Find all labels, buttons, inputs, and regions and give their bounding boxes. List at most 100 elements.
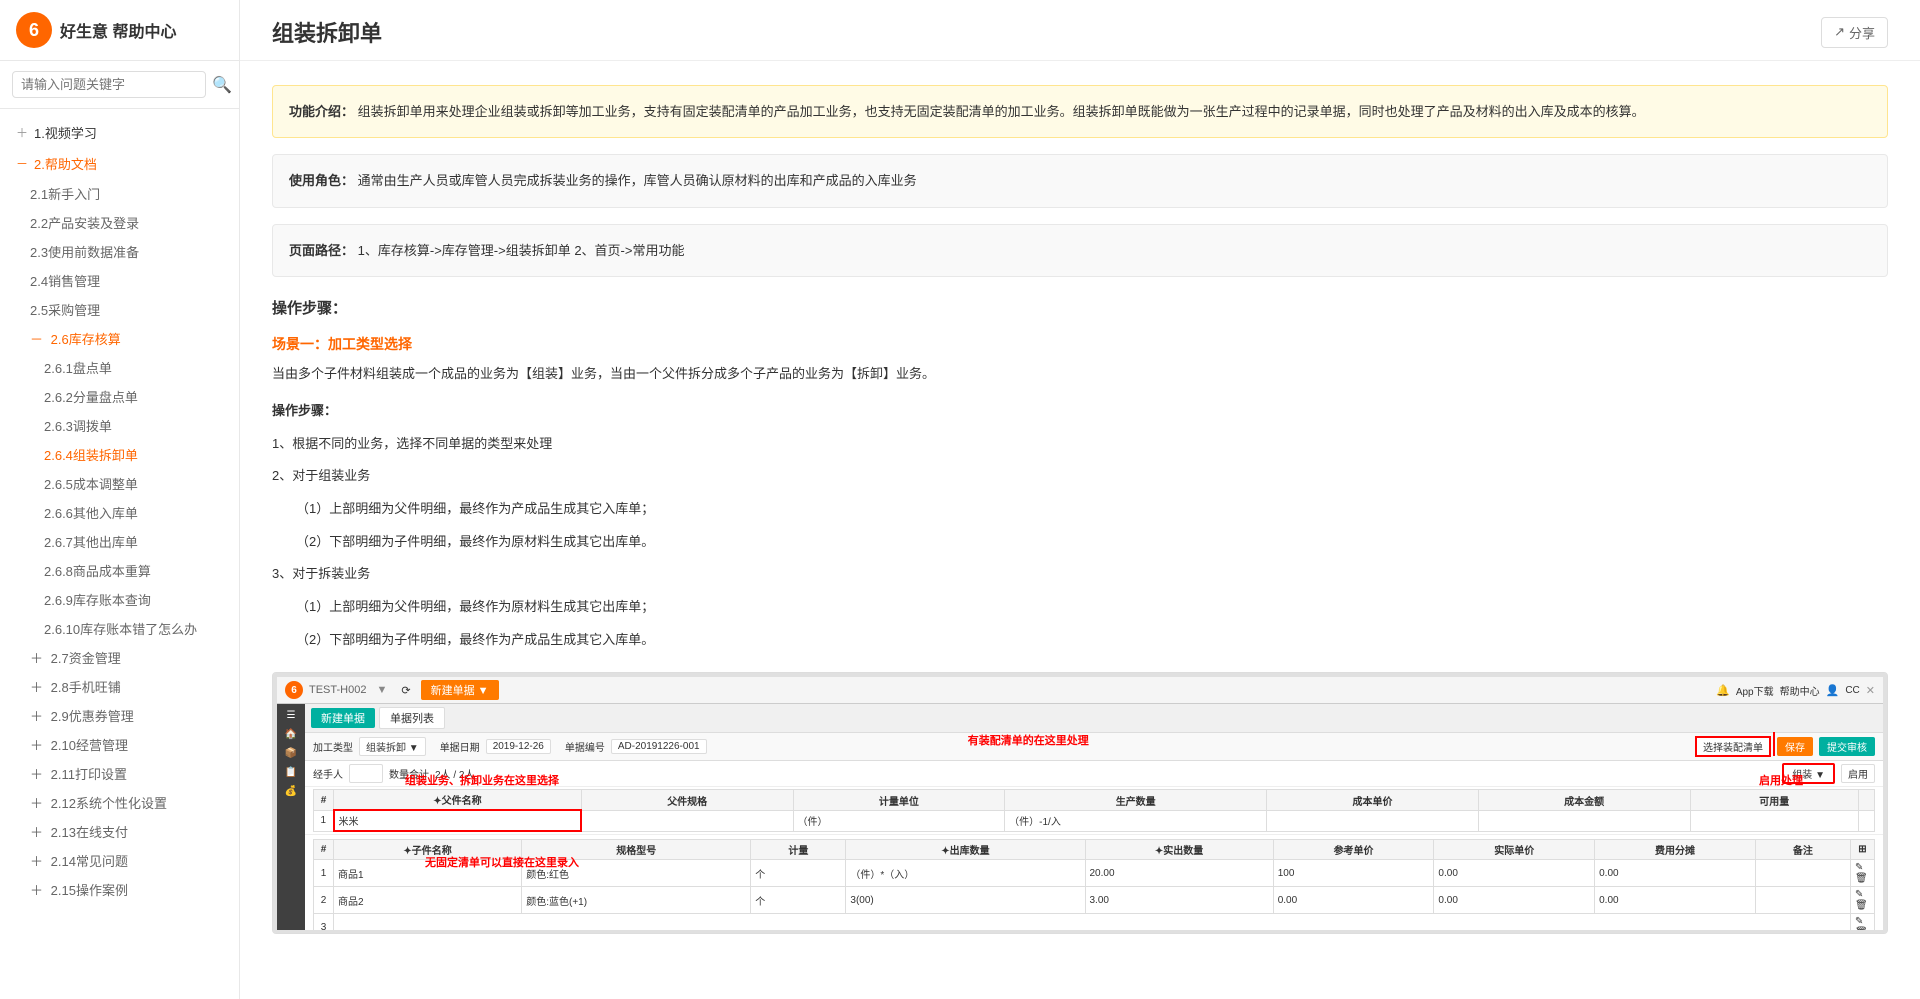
- sidebar-item-online-pay[interactable]: ＋ 2.13在线支付: [0, 817, 239, 846]
- nav-icon-2: 🏠: [285, 729, 297, 740]
- sim-bell-icon: 🔔: [1716, 684, 1730, 697]
- sim-enable-btn[interactable]: 启用: [1841, 764, 1875, 783]
- app-logo-icon: 6: [285, 681, 303, 699]
- content-area: 功能介绍： 组装拆卸单用来处理企业组装或拆卸等加工业务，支持有固定装配清单的产品…: [240, 61, 1920, 958]
- sim-tab-list[interactable]: 单据列表: [379, 707, 445, 729]
- th-goods: ✦父件名称: [334, 790, 582, 811]
- th-total: 成本金额: [1478, 790, 1690, 811]
- search-input[interactable]: [12, 71, 206, 98]
- sim-new-btn[interactable]: 新建单据 ▼: [421, 680, 499, 700]
- sidebar-item-partial-stock[interactable]: 2.6.2分量盘点单: [0, 382, 239, 411]
- sidebar-item-other-in[interactable]: 2.6.6其他入库单: [0, 498, 239, 527]
- td2-row2-num: 2: [314, 887, 334, 914]
- sidebar-item-beginner[interactable]: 2.1新手入门: [0, 179, 239, 208]
- plus-icon-cases: ＋: [30, 883, 43, 898]
- path-label: 页面路径：: [289, 243, 354, 258]
- td2-row3-empty: [334, 914, 1851, 931]
- td2-row1-remark: [1755, 860, 1850, 887]
- nav-tree: ＋ 1.视频学习 － 2.帮助文档 2.1新手入门 2.2产品安装及登录 2.3…: [0, 109, 239, 999]
- sim-tab-new[interactable]: 新建单据: [311, 708, 375, 728]
- th-qty: 生产数量: [1005, 790, 1267, 811]
- search-icon[interactable]: 🔍: [212, 75, 232, 95]
- sidebar: 6 好生意 帮助中心 🔍 ＋ 1.视频学习 － 2.帮助文档 2.1新手入门 2…: [0, 0, 240, 999]
- plus-icon-coupon: ＋: [30, 709, 43, 724]
- share-button[interactable]: ↗ 分享: [1821, 17, 1888, 48]
- nav-icon-1: ☰: [287, 710, 296, 721]
- sim-submit-btn[interactable]: 提交审核: [1819, 737, 1875, 756]
- annotation-no-bom: 无固定清单可以直接在这里录入: [425, 854, 579, 870]
- td2-row1-num: 1: [314, 860, 334, 887]
- th-cost: 成本单价: [1267, 790, 1479, 811]
- sidebar-item-cost-adjust[interactable]: 2.6.5成本调整单: [0, 469, 239, 498]
- sidebar-item-other-out[interactable]: 2.6.7其他出库单: [0, 527, 239, 556]
- sidebar-item-stocktake[interactable]: 2.6.1盘点单: [0, 353, 239, 382]
- sidebar-item-account-query[interactable]: 2.6.9库存账本查询: [0, 585, 239, 614]
- td-row1-action: [1859, 810, 1875, 831]
- sidebar-item-inventory[interactable]: － 2.6库存核算: [0, 324, 239, 353]
- step2-2: （2）下部明细为子件明细，最终作为原材料生成其它出库单。: [296, 530, 1888, 555]
- scene1-desc: 当由多个子件材料组装成一个成品的业务为【组装】业务，当由一个父件拆分成多个子产品…: [272, 362, 1888, 387]
- nav-icon-4: 📋: [285, 767, 297, 778]
- td2-row1-refcost: 100: [1273, 860, 1434, 887]
- ops-title: 操作步骤：: [272, 297, 1888, 318]
- th2-warehouse: 费用分摊: [1595, 840, 1756, 860]
- app-id-label: TEST-H002: [309, 684, 366, 696]
- sim-type-select[interactable]: 组装拆卸 ▼: [359, 737, 426, 756]
- sidebar-item-customize[interactable]: ＋ 2.12系统个性化设置: [0, 788, 239, 817]
- sidebar-item-print[interactable]: ＋ 2.11打印设置: [0, 759, 239, 788]
- sidebar-item-assembly[interactable]: 2.6.4组装拆卸单: [0, 440, 239, 469]
- sidebar-item-docs[interactable]: － 2.帮助文档: [0, 148, 239, 179]
- th2-remark: 备注: [1755, 840, 1850, 860]
- sidebar-item-install[interactable]: 2.2产品安装及登录: [0, 208, 239, 237]
- sidebar-item-finance[interactable]: ＋ 2.7资金管理: [0, 643, 239, 672]
- sidebar-item-faq[interactable]: ＋ 2.14常见问题: [0, 846, 239, 875]
- sidebar-item-mobile[interactable]: ＋ 2.8手机旺铺: [0, 672, 239, 701]
- td2-row2-action: ✎ 🗑: [1851, 887, 1875, 914]
- sidebar-item-videos[interactable]: ＋ 1.视频学习: [0, 117, 239, 148]
- plus-icon-ops: ＋: [30, 738, 43, 753]
- step3: 3、对于拆装业务: [272, 562, 1888, 587]
- sidebar-item-data-prep[interactable]: 2.3使用前数据准备: [0, 237, 239, 266]
- td-row1-spec: [581, 810, 793, 831]
- sidebar-item-account-fix[interactable]: 2.6.10库存账本错了怎么办: [0, 614, 239, 643]
- role-block: 使用角色： 通常由生产人员或库管人员完成拆装业务的操作，库管人员确认原材料的出库…: [272, 154, 1888, 207]
- step3-1: （1）上部明细为父件明细，最终作为原材料生成其它出库单；: [296, 595, 1888, 620]
- sim-user-icon: 👤: [1826, 684, 1840, 697]
- td-row1-goods: 米米: [334, 810, 582, 831]
- plus-icon: ＋: [16, 124, 28, 141]
- th-spec: 父件规格: [581, 790, 793, 811]
- func-intro-text: 组装拆卸单用来处理企业组装或拆卸等加工业务，支持有固定装配清单的产品加工业务，也…: [358, 104, 1645, 119]
- step2: 2、对于组装业务: [272, 464, 1888, 489]
- th-unit: 计量单位: [793, 790, 1005, 811]
- sidebar-item-purchase[interactable]: 2.5采购管理: [0, 295, 239, 324]
- sim-save-btn[interactable]: 保存: [1777, 737, 1813, 756]
- td2-row2-alloc: 0.00: [1595, 887, 1756, 914]
- sidebar-item-coupon[interactable]: ＋ 2.9优惠券管理: [0, 701, 239, 730]
- td-row1-avail: [1690, 810, 1859, 831]
- th2-action: ⊞: [1851, 840, 1875, 860]
- sim-bom-select[interactable]: 选择装配清单: [1695, 736, 1771, 757]
- sim-person-field[interactable]: [349, 764, 383, 783]
- th-avail: 可用量: [1690, 790, 1859, 811]
- td-row1-cost: [1267, 810, 1479, 831]
- sidebar-item-cases[interactable]: ＋ 2.15操作案例: [0, 875, 239, 904]
- sidebar-item-sales[interactable]: 2.4销售管理: [0, 266, 239, 295]
- annotation-enable: 启用处理: [1759, 772, 1803, 788]
- minus-icon-inventory: －: [30, 332, 43, 347]
- search-box: 🔍: [0, 61, 239, 109]
- nav-icon-3: 📦: [285, 748, 297, 759]
- logo-icon: 6: [16, 12, 52, 48]
- plus-icon-print: ＋: [30, 767, 43, 782]
- sim-close-icon: ✕: [1866, 684, 1875, 697]
- sidebar-item-ops[interactable]: ＋ 2.10经营管理: [0, 730, 239, 759]
- refresh-icon: ⟳: [401, 684, 410, 697]
- sim-date-field[interactable]: 2019-12-26: [486, 739, 551, 754]
- path-block: 页面路径： 1、库存核算->库存管理->组装拆卸单 2、首页->常用功能: [272, 224, 1888, 277]
- th2-num: #: [314, 840, 334, 860]
- td2-row2-outqty: 3(00): [846, 887, 1085, 914]
- td2-row3-num: 3: [314, 914, 334, 931]
- minus-icon: －: [16, 155, 28, 172]
- sidebar-item-transfer[interactable]: 2.6.3调拨单: [0, 411, 239, 440]
- th2-actual-qty: ✦实出数量: [1085, 840, 1273, 860]
- sidebar-item-cost-recalc[interactable]: 2.6.8商品成本重算: [0, 556, 239, 585]
